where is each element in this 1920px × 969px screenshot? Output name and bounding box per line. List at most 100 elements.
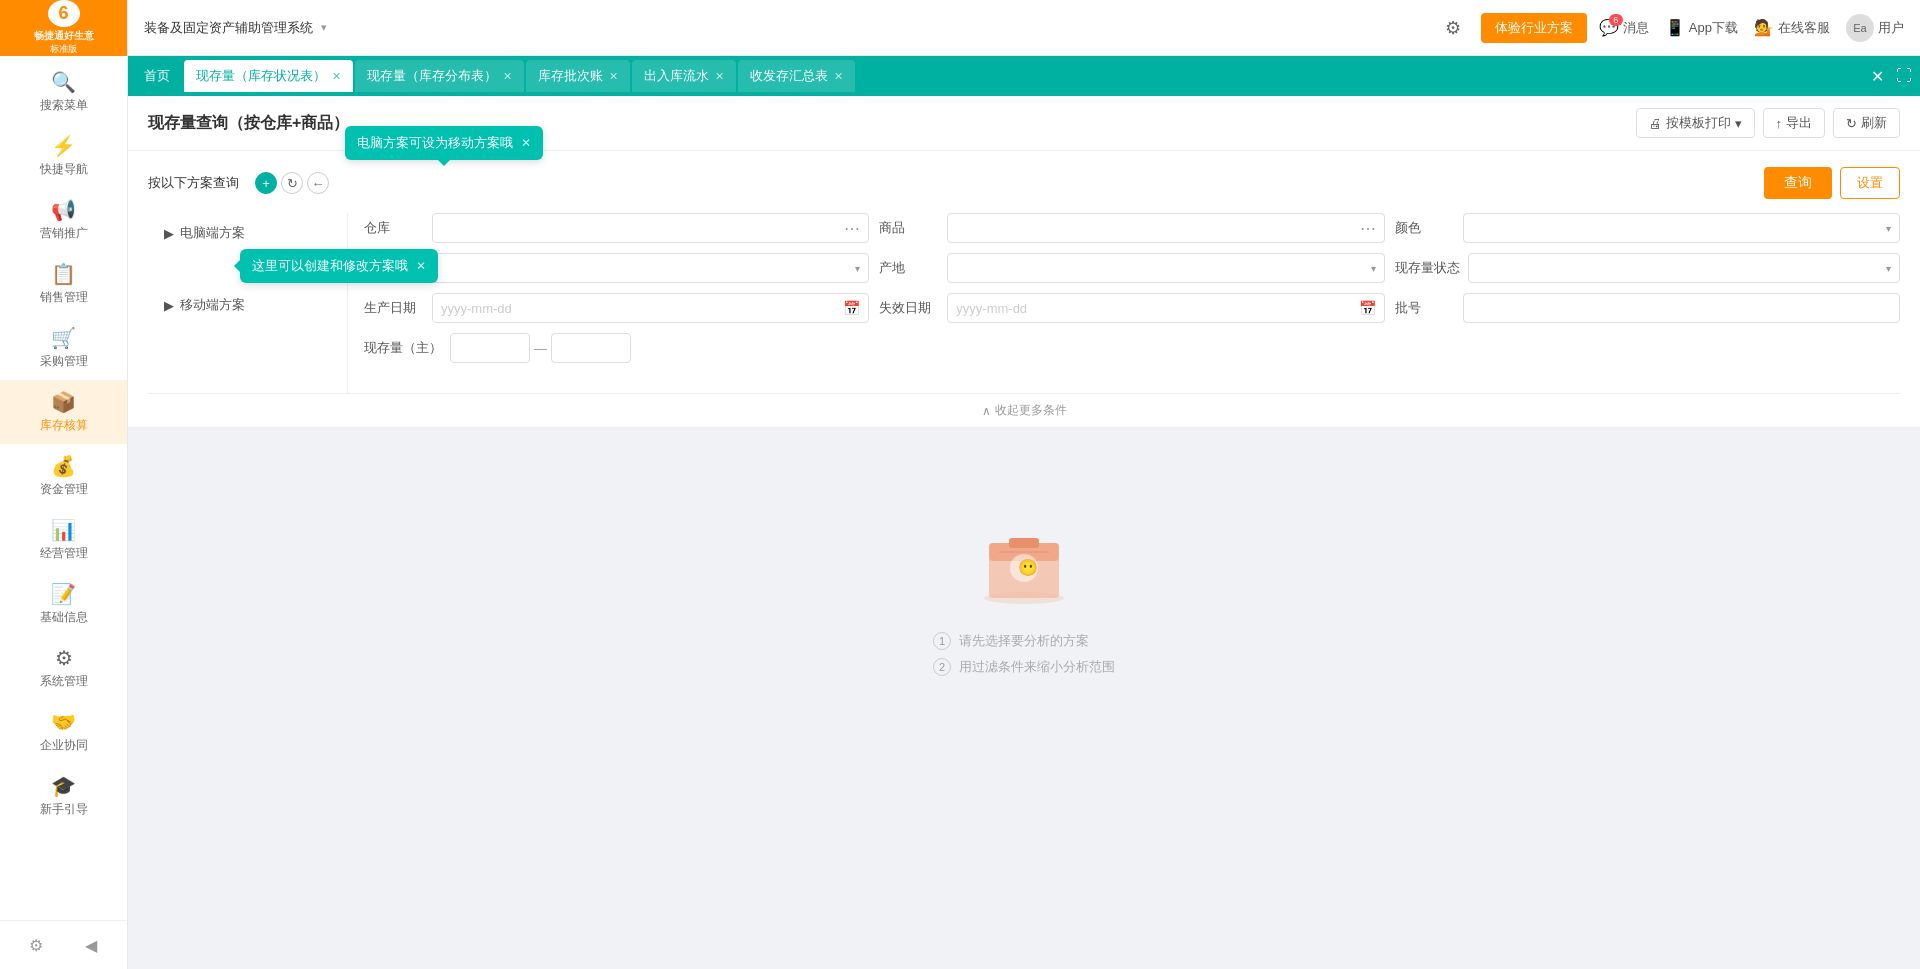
hint-num-1: 1: [933, 632, 951, 650]
sales-icon: 📋: [51, 262, 76, 286]
produce-date-calendar-icon: 📅: [843, 300, 860, 316]
quicknav-icon: ⚡: [51, 134, 76, 158]
notification-badge: 💬 6: [1599, 18, 1619, 37]
scheme-tree-panel: ▶ 电脑端方案 这里可以创建和修改方案哦 ✕ ▶: [148, 213, 348, 393]
app-download-label: App下载: [1689, 19, 1738, 37]
expire-date-calendar-icon: 📅: [1359, 300, 1376, 316]
scheme-tooltip-close[interactable]: ✕: [521, 136, 531, 150]
stock-qty-min-input[interactable]: [450, 333, 530, 363]
warehouse-select[interactable]: ⋯: [432, 213, 869, 243]
pc-scheme-item[interactable]: ▶ 电脑端方案: [148, 217, 339, 249]
page-actions: 🖨 按模板打印 ▾ ↑ 导出 ↻ 刷新: [1636, 108, 1901, 138]
tab-inventory-status[interactable]: 现存量（库存状况表） ✕: [184, 60, 353, 92]
add-scheme-btn[interactable]: +: [255, 172, 277, 194]
size-select[interactable]: ▾: [432, 253, 869, 283]
svg-text:😶: 😶: [1018, 558, 1038, 577]
scheme-tooltip2-close[interactable]: ✕: [416, 259, 426, 273]
collapse-filter-btn[interactable]: ∧ 收起更多条件: [148, 393, 1900, 427]
topbar-settings-btn[interactable]: ⚙: [1437, 12, 1469, 44]
expire-date-input[interactable]: yyyy-mm-dd 📅: [947, 293, 1384, 323]
export-btn[interactable]: ↑ 导出: [1763, 108, 1826, 138]
settings-footer-btn[interactable]: ⚙: [20, 929, 52, 961]
topbar-right: 💬 6 消息 📱 App下载 💁 在线客服 Ea 用户: [1599, 14, 1904, 42]
search-button[interactable]: 查询: [1764, 167, 1832, 199]
collapse-sidebar-btn[interactable]: ◀: [75, 929, 107, 961]
origin-select[interactable]: ▾: [947, 253, 1384, 283]
sidebar-item-guide[interactable]: 🎓新手引导: [0, 764, 127, 828]
content-area: 现存量查询（按仓库+商品） 🖨 按模板打印 ▾ ↑ 导出 ↻ 刷新: [128, 96, 1920, 969]
sidebar-item-system[interactable]: ⚙系统管理: [0, 636, 127, 700]
scheme-tooltip2-text: 这里可以创建和修改方案哦: [252, 257, 408, 275]
system-name: 装备及固定资产辅助管理系统: [144, 19, 313, 37]
sidebar-item-sales[interactable]: 📋销售管理: [0, 252, 127, 316]
refresh-icon: ↻: [1846, 116, 1857, 131]
industry-plan-button[interactable]: 体验行业方案: [1481, 13, 1587, 43]
stock-qty-max-input[interactable]: [551, 333, 631, 363]
scheme-tooltip2: 这里可以创建和修改方案哦 ✕: [240, 249, 438, 283]
logo-icon: 6: [48, 0, 80, 27]
sidebar-item-enterprise[interactable]: 🤝企业协同: [0, 700, 127, 764]
fullscreen-btn[interactable]: ⛶: [1892, 63, 1916, 89]
sidebar-item-marketing[interactable]: 📢营销推广: [0, 188, 127, 252]
tab-close-inventory-dist[interactable]: ✕: [503, 70, 512, 83]
filter-goods: 商品 ⋯: [879, 213, 1384, 243]
sidebar-item-capital[interactable]: 💰 资金管理: [0, 444, 127, 508]
notification-btn[interactable]: 💬 6 消息: [1599, 18, 1649, 37]
tab-inout-flow[interactable]: 出入库流水 ✕: [632, 60, 736, 92]
print-arrow-icon: ▾: [1735, 116, 1742, 131]
system-icon: ⚙: [55, 646, 73, 670]
stock-status-arrow-icon: ▾: [1886, 263, 1891, 274]
print-btn[interactable]: 🖨 按模板打印 ▾: [1636, 108, 1755, 138]
refresh-btn[interactable]: ↻ 刷新: [1833, 108, 1900, 138]
print-icon: 🖨: [1649, 116, 1662, 131]
range-separator: —: [534, 341, 547, 356]
tab-inventory-dist[interactable]: 现存量（库存分布表） ✕: [355, 60, 524, 92]
marketing-icon: 📢: [51, 198, 76, 222]
sidebar-item-purchase[interactable]: 🛒采购管理: [0, 316, 127, 380]
empty-hint-1: 1 请先选择要分析的方案: [933, 632, 1115, 650]
online-service-btn[interactable]: 💁 在线客服: [1754, 18, 1830, 37]
sidebar-item-basicinfo[interactable]: 📝基础信息: [0, 572, 127, 636]
refresh-scheme-btn[interactable]: ↻: [281, 172, 303, 194]
filter-warehouse: 仓库 ⋯: [364, 213, 869, 243]
tab-close-batch-ledger[interactable]: ✕: [609, 70, 618, 83]
stock-status-select[interactable]: ▾: [1468, 253, 1900, 283]
sidebar-item-search[interactable]: 🔍搜索菜单: [0, 60, 127, 124]
goods-select[interactable]: ⋯: [947, 213, 1384, 243]
sidebar-item-operations[interactable]: 📊经营管理: [0, 508, 127, 572]
sidebar-item-label-operations: 经营管理: [40, 545, 88, 562]
color-select[interactable]: ▾: [1463, 213, 1900, 243]
filter-expire-date: 失效日期 yyyy-mm-dd 📅: [879, 293, 1384, 323]
filter-color: 颜色 ▾: [1395, 213, 1900, 243]
tab-home[interactable]: 首页: [132, 60, 182, 92]
size-arrow-icon: ▾: [855, 263, 860, 274]
logo-badge: 标准版: [50, 43, 77, 56]
notification-label: 消息: [1623, 19, 1649, 37]
mobile-scheme-arrow: ▶: [164, 298, 174, 313]
tab-batch-ledger[interactable]: 库存批次账 ✕: [526, 60, 630, 92]
logo-text: 畅捷通好生意: [34, 29, 94, 43]
back-scheme-btn[interactable]: ←: [307, 172, 329, 194]
filter-scheme-row: 按以下方案查询 + ↻ ← 电脑方案可设为移动方案哦 ✕ 查询 设置: [148, 163, 1900, 203]
mobile-scheme-item[interactable]: ▶ 移动端方案: [148, 289, 339, 321]
tab-receive-summary[interactable]: 收发存汇总表 ✕: [738, 60, 855, 92]
sidebar-item-quicknav[interactable]: ⚡快捷导航: [0, 124, 127, 188]
basicinfo-icon: 📝: [51, 582, 76, 606]
produce-date-input[interactable]: yyyy-mm-dd 📅: [432, 293, 869, 323]
capital-icon: 💰: [51, 454, 76, 478]
sidebar-item-inventory[interactable]: 📦库存核算: [0, 380, 127, 444]
user-btn[interactable]: Ea 用户: [1846, 14, 1904, 42]
filter-stock-qty: 现存量（主） —: [364, 333, 869, 363]
topbar: 装备及固定资产辅助管理系统 ▾ ⚙ 体验行业方案 💬 6 消息 📱 App下载 …: [128, 0, 1920, 56]
reset-button[interactable]: 设置: [1840, 167, 1900, 199]
close-all-tabs-btn[interactable]: ✕: [1867, 63, 1888, 90]
batch-no-input[interactable]: [1463, 293, 1900, 323]
app-download-btn[interactable]: 📱 App下载: [1665, 18, 1738, 37]
phone-icon: 📱: [1665, 18, 1685, 37]
tab-close-inout-flow[interactable]: ✕: [715, 70, 724, 83]
svg-rect-3: [1009, 538, 1039, 548]
tab-close-receive-summary[interactable]: ✕: [834, 70, 843, 83]
tab-close-inventory-status[interactable]: ✕: [332, 70, 341, 83]
app-logo: 6 畅捷通好生意 标准版: [0, 0, 127, 56]
sidebar-item-label-capital: 资金管理: [40, 481, 88, 498]
